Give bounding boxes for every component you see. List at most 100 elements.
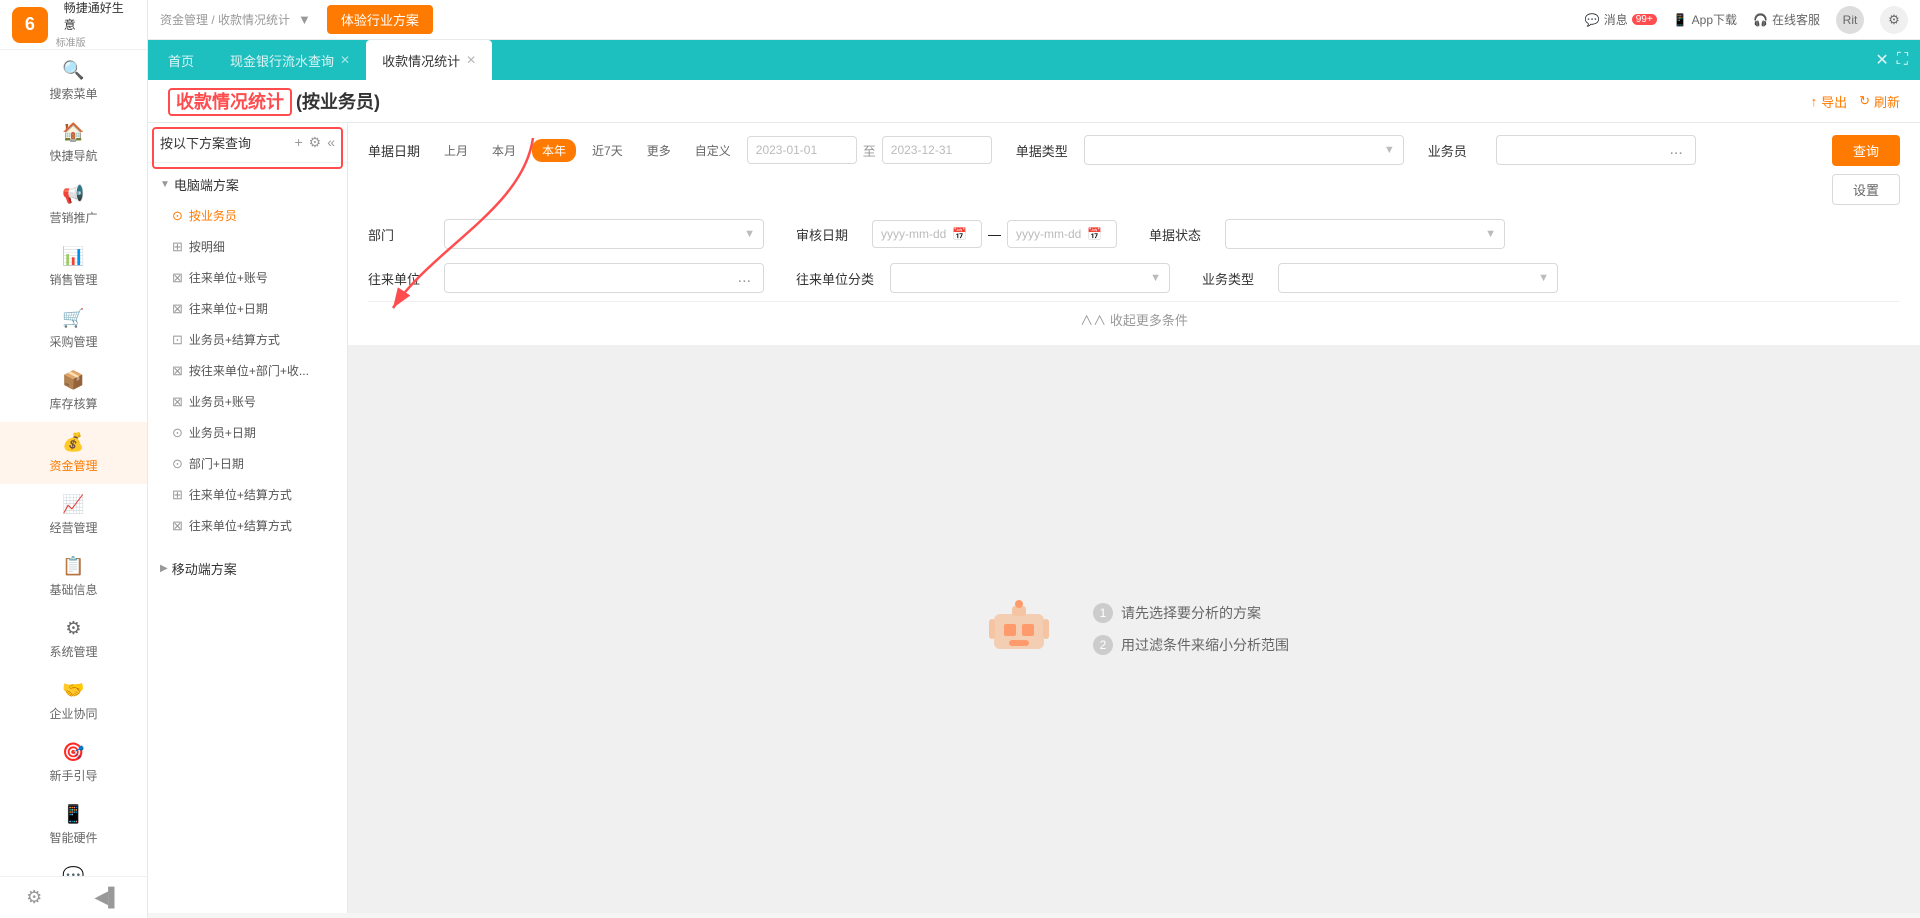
scheme-item-by-salesperson[interactable]: ⊙ 按业务员	[148, 200, 347, 231]
refresh-button[interactable]: ↻ 刷新	[1859, 92, 1900, 111]
sidebar-item-purchase[interactable]: 🛒 采购管理	[0, 298, 147, 360]
sidebar-item-enterprise[interactable]: 🤝 企业协同	[0, 670, 147, 732]
settings-bottom-icon[interactable]: ⚙	[26, 887, 42, 908]
sidebar-item-inventory[interactable]: 📦 库存核算	[0, 360, 147, 422]
date-tab-custom[interactable]: 自定义	[687, 139, 739, 162]
scheme-item-salesperson-settle[interactable]: ⊡ 业务员+结算方式	[148, 324, 347, 355]
finance-icon: 💰	[62, 432, 84, 453]
doc-type-select[interactable]: ▼	[1084, 135, 1404, 165]
counterparty-category-select[interactable]: ▼	[890, 263, 1170, 293]
scheme-settings-button[interactable]: ⚙	[309, 134, 322, 151]
empty-state-illustration	[979, 584, 1069, 674]
tab-collection-stats-close[interactable]: ✕	[466, 53, 476, 67]
online-service-item[interactable]: 🎧 在线客服	[1753, 11, 1820, 28]
sidebar-item-sales[interactable]: 📊 销售管理	[0, 236, 147, 298]
scheme-item-customer-dept[interactable]: ⊠ 按往来单位+部门+收...	[148, 355, 347, 386]
sidebar-item-label: 新手引导	[49, 767, 97, 784]
sidebar-item-label: 经营管理	[49, 519, 97, 536]
marketing-icon: 📢	[62, 184, 84, 205]
scheme-item-salesperson-account[interactable]: ⊠ 业务员+账号	[148, 386, 347, 417]
counterparty-input[interactable]: ...	[444, 263, 764, 293]
salesperson-input[interactable]: ...	[1496, 135, 1696, 165]
date-tab-more[interactable]: 更多	[639, 139, 679, 162]
review-date-end[interactable]: yyyy-mm-dd 📅	[1007, 220, 1117, 248]
tab-bar: 首页 现金银行流水查询 ✕ 收款情况统计 ✕ ✕ ⛶	[148, 40, 1920, 80]
date-tab-last-month[interactable]: 上月	[436, 139, 476, 162]
scheme-item-salesperson-date[interactable]: ⊙ 业务员+日期	[148, 417, 347, 448]
biz-type-select[interactable]: ▼	[1278, 263, 1558, 293]
app-download-item[interactable]: 📱 App下载	[1673, 11, 1737, 28]
sidebar-item-search-menu[interactable]: 🔍 搜索菜单	[0, 50, 147, 112]
collapse-icon: ∧∧	[1080, 313, 1106, 328]
export-button[interactable]: ↑ 导出	[1811, 92, 1848, 111]
tab-bank-flow[interactable]: 现金银行流水查询 ✕	[214, 40, 366, 80]
logo-icon: 6	[12, 7, 48, 43]
date-tab-this-year[interactable]: 本年	[532, 139, 576, 162]
tab-bank-flow-close[interactable]: ✕	[340, 53, 350, 67]
basic-info-icon: 📋	[62, 556, 84, 577]
sidebar-item-label: 销售管理	[49, 271, 97, 288]
date-start-input[interactable]: 2023-01-01	[747, 136, 857, 164]
sidebar-item-label: 基础信息	[49, 581, 97, 598]
scheme-item-dept-date[interactable]: ⊙ 部门+日期	[148, 448, 347, 479]
tab-close-all-icon[interactable]: ✕	[1875, 50, 1888, 70]
scheme-item-by-detail[interactable]: ⊞ 按明细	[148, 231, 347, 262]
user-avatar[interactable]: Rit	[1836, 6, 1864, 34]
doc-type-label: 单据类型	[1016, 141, 1076, 160]
sidebar-item-operations[interactable]: 📈 经营管理	[0, 484, 147, 546]
date-end-input[interactable]: 2023-12-31	[882, 136, 992, 164]
desktop-scheme-group-title[interactable]: ▼ 电脑端方案	[148, 169, 347, 200]
scheme-item-customer-date[interactable]: ⊠ 往来单位+日期	[148, 293, 347, 324]
filter-settings-button[interactable]: 设置	[1832, 174, 1900, 205]
scheme-collapse-button[interactable]: «	[327, 134, 335, 151]
sidebar: 6 畅捷通好生意 标准版 🔍 搜索菜单 🏠 快捷导航 📢 营销推广 📊 销售管理…	[0, 0, 148, 918]
sidebar-item-label: 系统管理	[49, 643, 97, 660]
counterparty-category-label: 往来单位分类	[796, 269, 874, 288]
sidebar-item-basic-info[interactable]: 📋 基础信息	[0, 546, 147, 608]
counterparty-category-arrow: ▼	[1150, 272, 1161, 284]
tab-expand-icon[interactable]: ⛶	[1897, 51, 1908, 69]
sidebar-item-finance[interactable]: 💰 资金管理	[0, 422, 147, 484]
date-tab-last-7days[interactable]: 近7天	[584, 139, 631, 162]
sidebar-item-label: 企业协同	[49, 705, 97, 722]
scheme-item-label: 按明细	[189, 238, 225, 255]
message-icon: 💬	[1585, 13, 1600, 27]
trial-button[interactable]: 体验行业方案	[327, 5, 433, 34]
date-tab-this-month[interactable]: 本月	[484, 139, 524, 162]
date-tabs: 上月 本月 本年 近7天 更多 自定义	[436, 139, 739, 162]
mobile-scheme-group-title[interactable]: ▶ 移动端方案	[148, 553, 347, 584]
add-scheme-button[interactable]: +	[294, 134, 302, 151]
breadcrumb-dropdown-icon[interactable]: ▼	[298, 12, 311, 27]
messages-item[interactable]: 💬 消息 99+	[1585, 11, 1657, 28]
query-button[interactable]: 查询	[1832, 135, 1900, 166]
export-icon: ↑	[1811, 94, 1818, 109]
sidebar-item-smart-hardware[interactable]: 📱 智能硬件	[0, 794, 147, 856]
scheme-item-label: 业务员+账号	[189, 393, 256, 410]
scheme-item-customer-settle3[interactable]: ⊠ 往来单位+结算方式	[148, 510, 347, 541]
scheme-item-customer-account[interactable]: ⊠ 往来单位+账号	[148, 262, 347, 293]
tab-home[interactable]: 首页	[148, 51, 214, 70]
counterparty-more-dots[interactable]: ...	[734, 269, 755, 287]
tip-num-2: 2	[1093, 635, 1113, 655]
review-date-start[interactable]: yyyy-mm-dd 📅	[872, 220, 982, 248]
collapse-bar[interactable]: ∧∧ 收起更多条件	[368, 301, 1900, 337]
customer-dept-icon: ⊠	[172, 363, 183, 379]
scheme-item-customer-settle2[interactable]: ⊞ 往来单位+结算方式	[148, 479, 347, 510]
sidebar-item-quick-nav[interactable]: 🏠 快捷导航	[0, 112, 147, 174]
sidebar-item-system[interactable]: ⚙ 系统管理	[0, 608, 147, 670]
main-right: 单据日期 上月 本月 本年 近7天 更多 自定义	[348, 123, 1920, 913]
sales-icon: 📊	[62, 246, 84, 267]
mobile-group-label: 移动端方案	[172, 559, 237, 578]
empty-state: 1 请先选择要分析的方案 2 用过滤条件来缩小分析范围	[939, 544, 1329, 714]
sidebar-collapse-icon[interactable]: ◀▌	[94, 887, 121, 908]
sidebar-item-marketing[interactable]: 📢 营销推广	[0, 174, 147, 236]
tab-collection-stats[interactable]: 收款情况统计 ✕	[366, 40, 492, 80]
sidebar-item-wechat[interactable]: 💬 企业微信	[0, 856, 147, 876]
doc-status-select[interactable]: ▼	[1225, 219, 1505, 249]
salesperson-more-dots[interactable]: ...	[1665, 141, 1686, 159]
settings-header-button[interactable]: ⚙	[1880, 6, 1908, 34]
dept-label: 部门	[368, 225, 428, 244]
sidebar-item-guide[interactable]: 🎯 新手引导	[0, 732, 147, 794]
tab-collection-stats-label: 收款情况统计	[382, 51, 460, 70]
dept-select[interactable]: ▼	[444, 219, 764, 249]
